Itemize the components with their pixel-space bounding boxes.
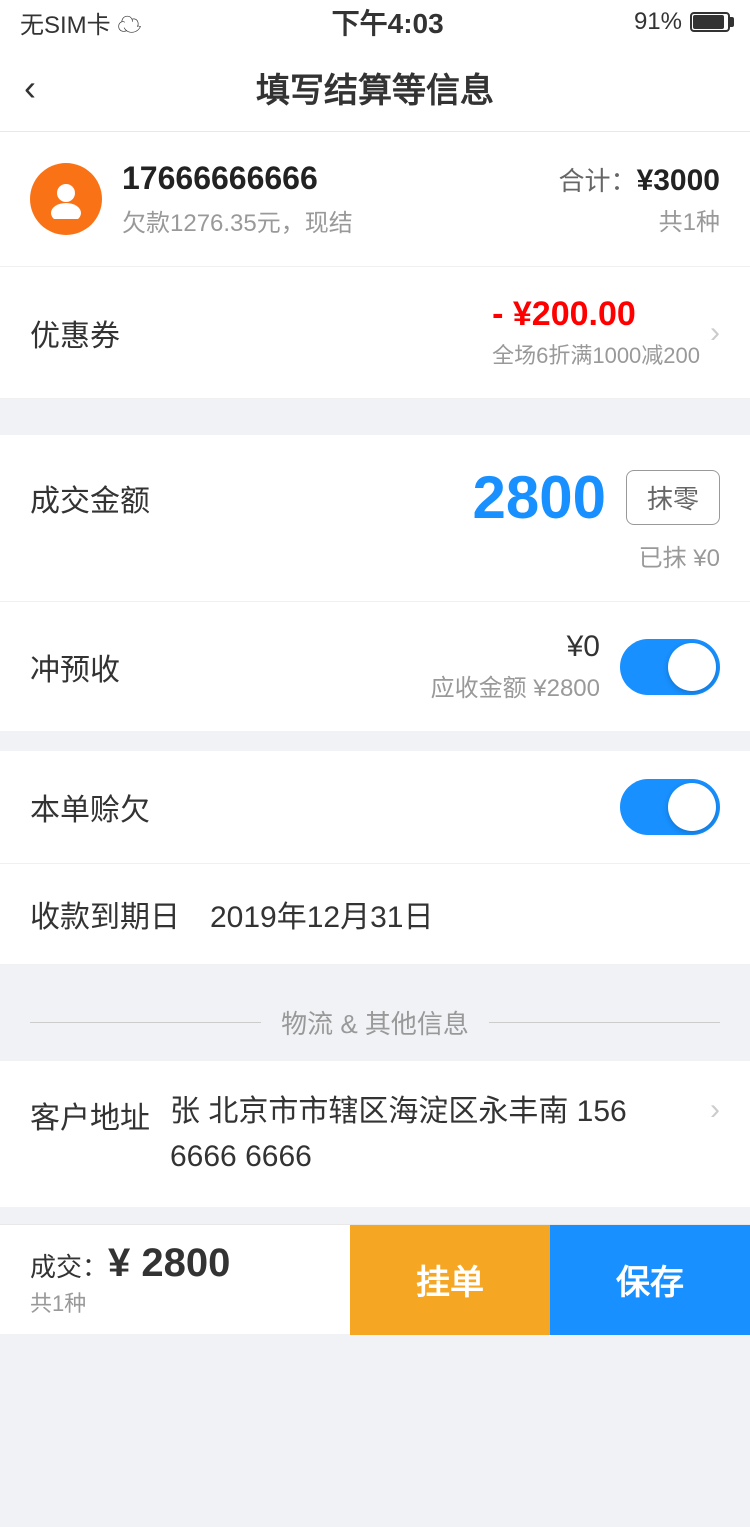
address-label: 客户地址 xyxy=(30,1089,150,1137)
coupon-desc: 全场6折满1000减200 xyxy=(492,338,700,370)
hang-button[interactable]: 挂单 xyxy=(350,1225,550,1335)
save-button[interactable]: 保存 xyxy=(550,1225,750,1335)
status-time: 下午4:03 xyxy=(332,2,444,42)
prepaid-right: ¥0 应收金额 ¥2800 xyxy=(431,630,720,703)
prepaid-amount-block: ¥0 应收金额 ¥2800 xyxy=(431,630,600,703)
prepaid-row: 冲预收 ¥0 应收金额 ¥2800 xyxy=(30,630,720,703)
status-right: 91% xyxy=(634,8,730,36)
coupon-info: - ¥200.00 全场6折满1000减200 xyxy=(492,295,700,370)
avatar xyxy=(30,163,102,235)
customer-card: 17666666666 欠款1276.35元，现结 合计：¥3000 共1种 优… xyxy=(0,132,750,399)
bottom-bar: 成交：¥ 2800 共1种 挂单 保存 xyxy=(0,1224,750,1334)
section-divider-3 xyxy=(0,964,750,984)
address-value: 张 北京市市辖区海淀区永丰南 156 6666 6666 xyxy=(170,1089,690,1179)
page-title: 填写结算等信息 xyxy=(256,63,494,112)
customer-details: 17666666666 欠款1276.35元，现结 xyxy=(122,160,353,238)
coupon-label: 优惠券 xyxy=(30,311,120,355)
coupon-chevron-icon: › xyxy=(710,316,720,350)
customer-left: 17666666666 欠款1276.35元，现结 xyxy=(30,160,353,238)
logistics-header: 物流 & 其他信息 xyxy=(0,984,750,1061)
deal-amount-value[interactable]: 2800 xyxy=(473,463,606,532)
address-chevron-icon: › xyxy=(710,1089,720,1127)
bottom-summary: 成交：¥ 2800 共1种 xyxy=(0,1241,350,1318)
address-section[interactable]: 客户地址 张 北京市市辖区海淀区永丰南 156 6666 6666 › xyxy=(0,1061,750,1207)
coupon-row[interactable]: 优惠券 - ¥200.00 全场6折满1000减200 › xyxy=(0,267,750,399)
duedate-value: 2019年12月31日 xyxy=(210,892,433,936)
logistics-line-right xyxy=(489,1022,720,1023)
total-amount: ¥3000 xyxy=(637,164,720,197)
duedate-row: 收款到期日 2019年12月31日 xyxy=(30,892,720,936)
nav-bar: ‹ 填写结算等信息 xyxy=(0,44,750,132)
debt-toggle[interactable] xyxy=(620,779,720,835)
bottom-deal-label: 成交：¥ 2800 xyxy=(30,1241,320,1286)
round-zero-button[interactable]: 抹零 xyxy=(626,470,720,525)
section-divider-2 xyxy=(0,731,750,751)
coupon-right: - ¥200.00 全场6折满1000减200 › xyxy=(492,295,720,370)
deal-sub-text: 已抹 ¥0 xyxy=(30,538,720,573)
back-button[interactable]: ‹ xyxy=(24,67,36,109)
duedate-label: 收款到期日 xyxy=(30,892,180,936)
logistics-line-left xyxy=(30,1022,261,1023)
debt-label: 本单赊欠 xyxy=(30,785,150,829)
status-left: 无SIM卡 ☁ xyxy=(20,5,141,40)
total-count: 共1种 xyxy=(559,202,720,237)
coupon-discount: - ¥200.00 xyxy=(492,295,700,334)
bottom-deal-amount: ¥ 2800 xyxy=(108,1241,230,1285)
battery-icon xyxy=(690,12,730,32)
total-label-text: 合计：¥3000 xyxy=(559,161,720,198)
battery-percent: 91% xyxy=(634,8,682,36)
section-divider-1 xyxy=(0,415,750,435)
duedate-section: 收款到期日 2019年12月31日 xyxy=(0,863,750,964)
sim-label: 无SIM卡 ☁ xyxy=(20,5,141,40)
customer-debt: 欠款1276.35元，现结 xyxy=(122,203,353,238)
debt-toggle-knob xyxy=(668,783,716,831)
prepaid-amount: ¥0 xyxy=(431,630,600,664)
deal-section: 成交金额 2800 抹零 已抹 ¥0 xyxy=(0,435,750,601)
debt-section: 本单赊欠 xyxy=(0,751,750,863)
deal-right: 2800 抹零 xyxy=(473,463,721,532)
avatar-icon xyxy=(46,179,86,219)
status-bar: 无SIM卡 ☁ 下午4:03 91% xyxy=(0,0,750,44)
prepaid-label: 冲预收 xyxy=(30,645,120,689)
customer-right: 合计：¥3000 共1种 xyxy=(559,161,720,237)
bottom-count: 共1种 xyxy=(30,1286,320,1318)
customer-phone: 17666666666 xyxy=(122,160,353,197)
prepaid-toggle[interactable] xyxy=(620,639,720,695)
prepaid-sub: 应收金额 ¥2800 xyxy=(431,668,600,703)
deal-row: 成交金额 2800 抹零 xyxy=(30,463,720,532)
prepaid-section: 冲预收 ¥0 应收金额 ¥2800 xyxy=(0,601,750,731)
deal-label: 成交金额 xyxy=(30,476,150,520)
customer-info-row: 17666666666 欠款1276.35元，现结 合计：¥3000 共1种 xyxy=(0,132,750,267)
toggle-knob xyxy=(668,643,716,691)
logistics-title: 物流 & 其他信息 xyxy=(281,1004,469,1041)
